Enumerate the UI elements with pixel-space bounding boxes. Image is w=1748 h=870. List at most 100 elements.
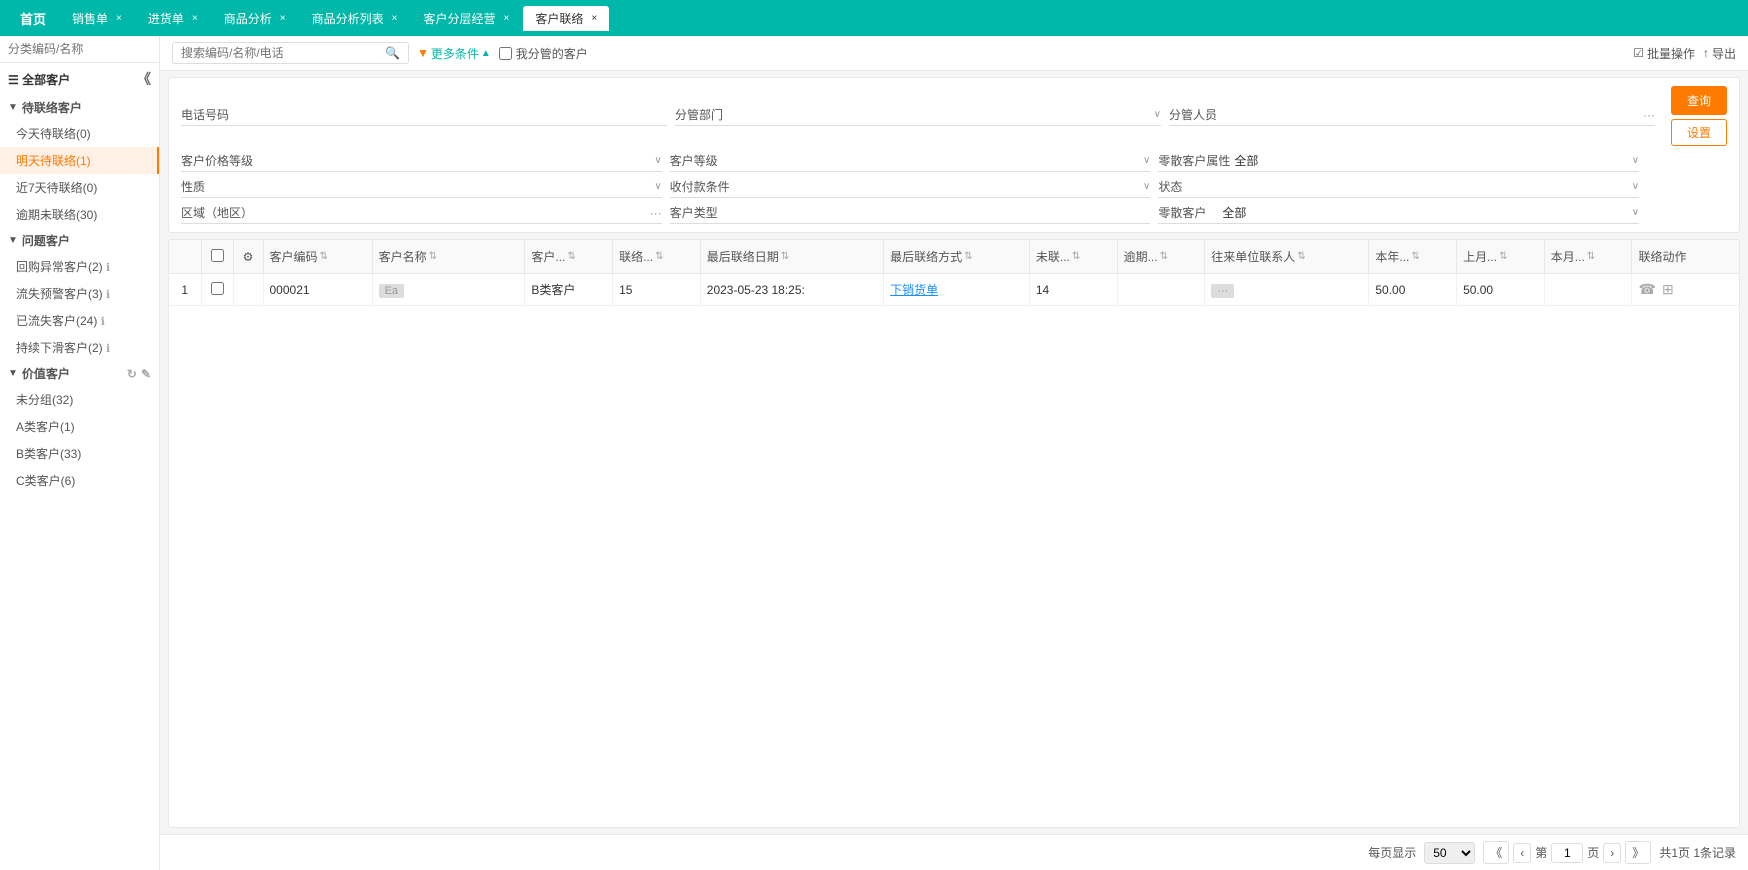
- chevron-down-icon: ∨: [1632, 181, 1639, 192]
- last-method-link[interactable]: 下销货单: [890, 283, 938, 297]
- sidebar-item-7days[interactable]: 近7天待联络(0): [0, 174, 159, 201]
- th-contact[interactable]: 联络...⇅: [613, 240, 701, 274]
- th-last-month[interactable]: 上月...⇅: [1457, 240, 1545, 274]
- th-name[interactable]: 客户名称⇅: [372, 240, 525, 274]
- last-page-btn[interactable]: 》: [1625, 841, 1651, 864]
- sidebar-all-customers[interactable]: ☰ 全部客户 《: [0, 63, 159, 95]
- nav-home[interactable]: 首页: [8, 5, 58, 32]
- my-customers-check[interactable]: [499, 47, 512, 60]
- th-type[interactable]: 客户...⇅: [525, 240, 613, 274]
- td-this-month: [1544, 274, 1632, 306]
- set-button[interactable]: 设置: [1671, 119, 1727, 146]
- sidebar-item-ungrouped[interactable]: 未分组(32): [0, 386, 159, 413]
- chevron-up-icon: ▲: [481, 48, 491, 59]
- sidebar-search-input[interactable]: [8, 42, 160, 56]
- sidebar-search-bar: 🔍: [0, 36, 159, 63]
- nav-purchase-order[interactable]: 进货单 ×: [136, 6, 210, 31]
- filter-label-nature: 性质: [181, 178, 241, 195]
- filter-value-retail-customer[interactable]: 全部: [1222, 204, 1627, 221]
- search-icon[interactable]: 🔍: [385, 46, 400, 60]
- export-btn[interactable]: ↑ 导出: [1703, 45, 1736, 62]
- th-unit-contact[interactable]: 往来单位联系人⇅: [1205, 240, 1369, 274]
- edit-icon[interactable]: ✎: [141, 367, 151, 381]
- sidebar-item-declining[interactable]: 持续下滑客户(2) ℹ: [0, 334, 159, 361]
- th-this-year[interactable]: 本年...⇅: [1369, 240, 1457, 274]
- nav-product-analysis-list[interactable]: 商品分析列表 ×: [300, 6, 410, 31]
- grid-icon[interactable]: ⊞: [1662, 281, 1674, 298]
- arrow-icon: ▼: [8, 235, 18, 246]
- filter-panel: 电话号码 分管部门 ∨ 分管人员 ··· 查询 设置: [168, 77, 1740, 233]
- th-this-month[interactable]: 本月...⇅: [1544, 240, 1632, 274]
- filter-person: 分管人员 ···: [1169, 106, 1655, 126]
- sidebar-item-churn-warning[interactable]: 流失预警客户(3) ℹ: [0, 280, 159, 307]
- nav-close-icon[interactable]: ×: [591, 13, 597, 24]
- prev-page-btn[interactable]: ‹: [1513, 843, 1531, 863]
- filter-row-4: 区域（地区） ··· 客户类型 零散客户 全部 ∨: [181, 204, 1727, 224]
- th-last-date[interactable]: 最后联络日期⇅: [700, 240, 883, 274]
- nav-close-icon[interactable]: ×: [503, 13, 509, 24]
- sidebar-item-today[interactable]: 今天待联络(0): [0, 120, 159, 147]
- sidebar-item-class-a[interactable]: A类客户(1): [0, 413, 159, 440]
- batch-operation-btn[interactable]: ☑ 批量操作: [1633, 45, 1695, 62]
- nav-customer-contact[interactable]: 客户联络 ×: [523, 6, 609, 31]
- next-page-btn[interactable]: ›: [1603, 843, 1621, 863]
- collapse-icon[interactable]: 《: [137, 69, 151, 89]
- select-all-checkbox[interactable]: [211, 249, 224, 262]
- all-customers-label: ☰ 全部客户: [8, 71, 70, 88]
- filter-value-retail-attr[interactable]: 全部: [1234, 152, 1627, 169]
- row-checkbox[interactable]: [211, 282, 224, 295]
- sort-icon: ⇅: [429, 251, 437, 262]
- data-table: ⚙ 客户编码⇅ 客户名称⇅ 客户...⇅ 联络...⇅: [169, 240, 1739, 306]
- page-input[interactable]: [1551, 843, 1583, 863]
- sidebar-group-problem[interactable]: ▼ 问题客户: [0, 228, 159, 253]
- td-type: B类客户: [525, 274, 613, 306]
- first-page-btn[interactable]: 《: [1483, 841, 1509, 864]
- sort-icon: ⇅: [567, 251, 575, 262]
- th-settings[interactable]: ⚙: [233, 240, 263, 274]
- sidebar-group-pending[interactable]: ▼ 待联络客户: [0, 95, 159, 120]
- export-icon: ↑: [1703, 46, 1709, 60]
- per-page-select[interactable]: 50 100 200: [1424, 842, 1475, 864]
- filter-label-customer-level: 客户等级: [670, 152, 730, 169]
- td-checkbox[interactable]: [201, 274, 233, 306]
- more-icon[interactable]: ···: [1643, 108, 1655, 122]
- th-last-method[interactable]: 最后联络方式⇅: [884, 240, 1030, 274]
- filter-customer-type: 客户类型: [670, 204, 1151, 224]
- refresh-icon[interactable]: ↻: [127, 367, 137, 381]
- more-conditions-btn[interactable]: ▼ 更多条件 ▲: [417, 45, 491, 62]
- search-input[interactable]: [181, 46, 381, 60]
- nav-close-icon[interactable]: ×: [116, 13, 122, 24]
- toolbar-right: ☑ 批量操作 ↑ 导出: [1633, 45, 1736, 62]
- my-customers-checkbox[interactable]: 我分管的客户: [499, 45, 588, 62]
- query-button[interactable]: 查询: [1671, 86, 1727, 115]
- th-not-contacted[interactable]: 未联...⇅: [1029, 240, 1117, 274]
- filter-label-retail-customer: 零散客户: [1158, 204, 1218, 221]
- nav-close-icon[interactable]: ×: [392, 13, 398, 24]
- td-last-method[interactable]: 下销货单: [884, 274, 1030, 306]
- nav-product-analysis[interactable]: 商品分析 ×: [212, 6, 298, 31]
- main-layout: 🔍 ☰ 全部客户 《 ▼ 待联络客户 今天待联络(0) 明天待联络(1) 近7天…: [0, 36, 1748, 870]
- arrow-icon: ▼: [8, 102, 18, 113]
- sidebar-item-tomorrow[interactable]: 明天待联络(1): [0, 147, 159, 174]
- phone-icon[interactable]: ☎: [1638, 281, 1655, 298]
- td-this-year: 50.00: [1369, 274, 1457, 306]
- sort-icon: ⇅: [1297, 251, 1305, 262]
- settings-icon[interactable]: ⚙: [243, 250, 254, 264]
- nav-customer-stratification[interactable]: 客户分层经营 ×: [411, 6, 521, 31]
- sidebar-item-class-b[interactable]: B类客户(33): [0, 440, 159, 467]
- th-checkbox[interactable]: [201, 240, 233, 274]
- sidebar-item-class-c[interactable]: C类客户(6): [0, 467, 159, 494]
- sidebar-group-value[interactable]: ▼ 价值客户 ↻ ✎: [0, 361, 159, 386]
- nav-close-icon[interactable]: ×: [192, 13, 198, 24]
- more-icon[interactable]: ···: [650, 206, 662, 220]
- filter-dept: 分管部门 ∨: [675, 106, 1161, 126]
- chevron-down-icon: ∨: [654, 181, 661, 192]
- th-overdue[interactable]: 逾期...⇅: [1117, 240, 1205, 274]
- th-code[interactable]: 客户编码⇅: [263, 240, 372, 274]
- sidebar-item-overdue[interactable]: 逾期未联络(30): [0, 201, 159, 228]
- sidebar-item-abnormal-repurchase[interactable]: 回购异常客户(2) ℹ: [0, 253, 159, 280]
- sidebar-item-churned[interactable]: 已流失客户(24) ℹ: [0, 307, 159, 334]
- nav-close-icon[interactable]: ×: [280, 13, 286, 24]
- filter-retail-customer: 零散客户 全部 ∨: [1158, 204, 1639, 224]
- nav-sales-order[interactable]: 销售单 ×: [60, 6, 134, 31]
